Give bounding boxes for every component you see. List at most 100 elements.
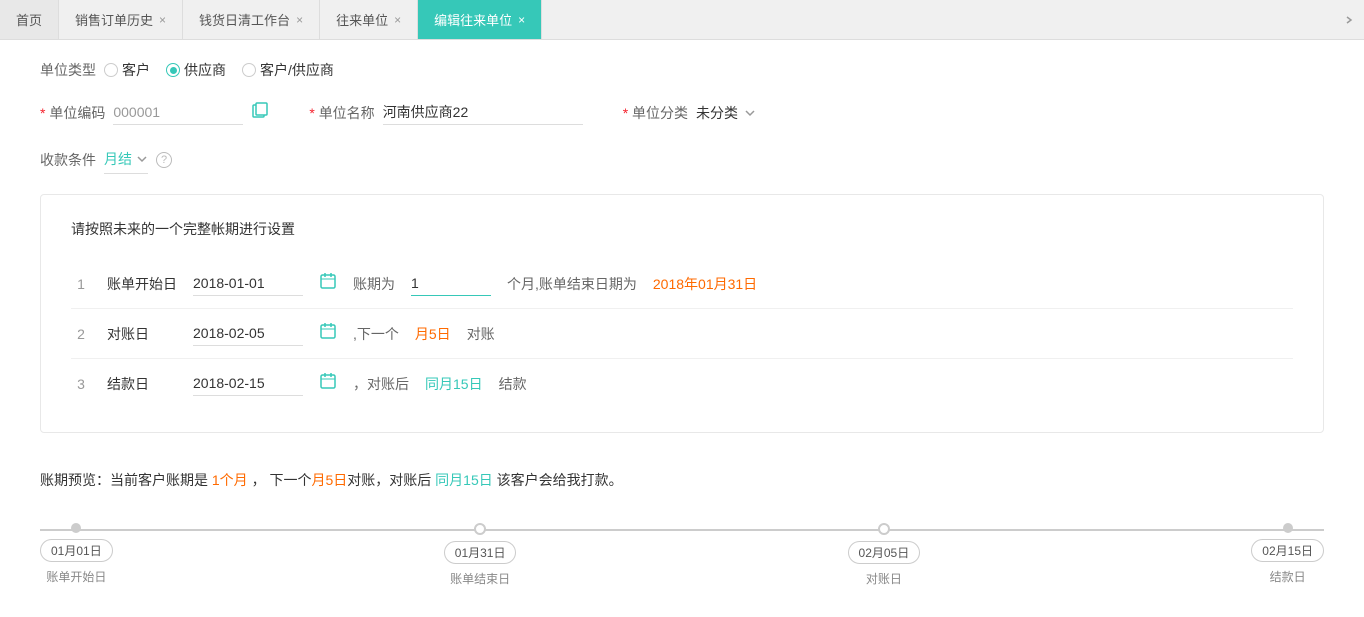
timeline-badge-2: 02月05日	[848, 541, 921, 564]
payment-chevron-down-icon	[136, 153, 148, 165]
tab-home[interactable]: 首页	[0, 0, 59, 39]
timeline-label-2: 对账日	[866, 570, 902, 587]
radio-supplier-label: 供应商	[184, 60, 226, 80]
tab-more-button[interactable]	[1334, 0, 1364, 39]
period-field-2: 对账日	[107, 324, 177, 344]
period-row2-prefix: ,下一个	[353, 324, 399, 344]
timeline-point-3: 02月15日 结款日	[1251, 523, 1324, 585]
timeline-label-1: 账单结束日	[450, 570, 510, 587]
payment-terms-select[interactable]: 月结	[104, 145, 148, 174]
timeline-dot-1	[474, 523, 486, 535]
tab-cash-work-close[interactable]: ×	[296, 13, 303, 27]
unit-type-row: 单位类型 客户 供应商 客户/供应商	[40, 60, 1324, 80]
period-unit-label: 个月,账单结束日期为	[507, 274, 637, 294]
period-payment-date-input[interactable]	[193, 371, 303, 396]
preview-comma1: ，	[252, 472, 266, 488]
tab-partner-label: 往来单位	[336, 10, 388, 29]
main-content: 单位类型 客户 供应商 客户/供应商 单位编码	[0, 40, 1364, 617]
period-row3-prefix: ，对账后	[353, 374, 409, 394]
timeline-wrapper: 01月01日 账单开始日 01月31日 账单结束日 02月05日 对账日 02月…	[40, 507, 1324, 597]
period-settings-box: 请按照未来的一个完整帐期进行设置 1 账单开始日 账期为 个月,账单结束日期为 …	[40, 194, 1324, 433]
payment-terms-value: 月结	[104, 149, 132, 169]
tab-sales-order-label: 销售订单历史	[75, 10, 153, 29]
preview-part2-highlight: 月5日	[311, 472, 347, 488]
copy-icon[interactable]	[251, 101, 269, 124]
tab-home-label: 首页	[16, 10, 42, 29]
help-icon[interactable]: ?	[156, 152, 172, 168]
tab-partner-close[interactable]: ×	[394, 13, 401, 27]
period-months-input[interactable]	[411, 271, 491, 296]
radio-customer-label: 客户	[122, 60, 150, 80]
payment-terms-row: 收款条件 月结 ?	[40, 145, 1324, 174]
timeline-point-1: 01月31日 账单结束日	[444, 523, 517, 587]
period-reconcile-cal-icon[interactable]	[319, 322, 337, 345]
period-row2-suffix: 对账	[467, 324, 495, 344]
unit-category-group: 单位分类 未分类	[623, 103, 756, 123]
period-num-1: 1	[71, 276, 91, 292]
unit-category-value: 未分类	[696, 103, 738, 123]
payment-terms-label: 收款条件	[40, 150, 96, 170]
tab-edit-partner[interactable]: 编辑往来单位 ×	[418, 0, 542, 39]
chevron-down-icon	[744, 107, 756, 119]
tab-bar: 首页 销售订单历史 × 钱货日清工作台 × 往来单位 × 编辑往来单位 ×	[0, 0, 1364, 40]
period-field-3: 结款日	[107, 374, 177, 394]
unit-code-input[interactable]	[113, 100, 243, 125]
unit-code-group: 单位编码	[40, 100, 269, 125]
period-end-date-highlight: 2018年01月31日	[653, 274, 757, 294]
period-row3-suffix: 结款	[499, 374, 527, 394]
unit-category-label: 单位分类	[623, 103, 688, 123]
chevron-right-icon	[1344, 15, 1354, 25]
radio-customer-supplier-circle	[242, 63, 256, 77]
period-label-1: 账期为	[353, 274, 395, 294]
unit-type-label: 单位类型	[40, 60, 96, 80]
timeline-dot-3	[1283, 523, 1293, 533]
tab-edit-partner-close[interactable]: ×	[518, 13, 525, 27]
period-row-2: 2 对账日 ,下一个月5日对账	[71, 309, 1293, 359]
timeline-badge-3: 02月15日	[1251, 539, 1324, 562]
unit-code-label: 单位编码	[40, 103, 105, 123]
period-field-1: 账单开始日	[107, 274, 177, 294]
period-num-3: 3	[71, 376, 91, 392]
period-reconcile-date-input[interactable]	[193, 321, 303, 346]
unit-name-label: 单位名称	[309, 103, 374, 123]
tab-cash-work-label: 钱货日清工作台	[199, 10, 290, 29]
unit-category-select[interactable]: 未分类	[696, 103, 756, 123]
timeline-badge-1: 01月31日	[444, 541, 517, 564]
tab-partner[interactable]: 往来单位 ×	[320, 0, 418, 39]
preview-part2-suffix: 对账，对账后	[347, 472, 431, 488]
timeline-point-2: 02月05日 对账日	[848, 523, 921, 587]
radio-customer-supplier-label: 客户/供应商	[260, 60, 334, 80]
radio-supplier[interactable]: 供应商	[166, 60, 226, 80]
unit-info-row: 单位编码 单位名称 单位分类 未分类	[40, 100, 1324, 125]
timeline-dot-2	[878, 523, 890, 535]
preview-row: 账期预览：当前客户账期是 1个月 ， 下一个月5日对账，对账后 同月15日 该客…	[40, 453, 1324, 507]
radio-customer[interactable]: 客户	[104, 60, 150, 80]
unit-name-group: 单位名称	[309, 100, 582, 125]
tab-cash-work[interactable]: 钱货日清工作台 ×	[183, 0, 320, 39]
radio-supplier-circle	[166, 63, 180, 77]
radio-customer-supplier[interactable]: 客户/供应商	[242, 60, 334, 80]
preview-label: 账期预览：当前客户账期是	[40, 472, 208, 488]
unit-type-group: 单位类型 客户 供应商 客户/供应商	[40, 60, 334, 80]
preview-part3-highlight: 同月15日	[435, 472, 493, 488]
period-row-1: 1 账单开始日 账期为 个月,账单结束日期为 2018年01月31日	[71, 259, 1293, 309]
period-title: 请按照未来的一个完整帐期进行设置	[71, 219, 1293, 239]
period-start-date-input[interactable]	[193, 271, 303, 296]
preview-part2-prefix: 下一个	[269, 472, 311, 488]
timeline-label-0: 账单开始日	[46, 568, 106, 585]
period-start-cal-icon[interactable]	[319, 272, 337, 295]
timeline-points: 01月01日 账单开始日 01月31日 账单结束日 02月05日 对账日 02月…	[40, 523, 1324, 587]
tab-sales-order-close[interactable]: ×	[159, 13, 166, 27]
period-payment-cal-icon[interactable]	[319, 372, 337, 395]
preview-part1: 1个月	[212, 472, 248, 488]
timeline-badge-0: 01月01日	[40, 539, 113, 562]
radio-customer-circle	[104, 63, 118, 77]
timeline-point-0: 01月01日 账单开始日	[40, 523, 113, 585]
period-row3-highlight: 同月15日	[425, 374, 483, 394]
unit-name-input[interactable]	[383, 100, 583, 125]
tab-edit-partner-label: 编辑往来单位	[434, 10, 512, 29]
period-num-2: 2	[71, 326, 91, 342]
timeline-dot-0	[71, 523, 81, 533]
tab-sales-order[interactable]: 销售订单历史 ×	[59, 0, 183, 39]
preview-part3-suffix: 该客户会给我打款。	[497, 472, 623, 488]
